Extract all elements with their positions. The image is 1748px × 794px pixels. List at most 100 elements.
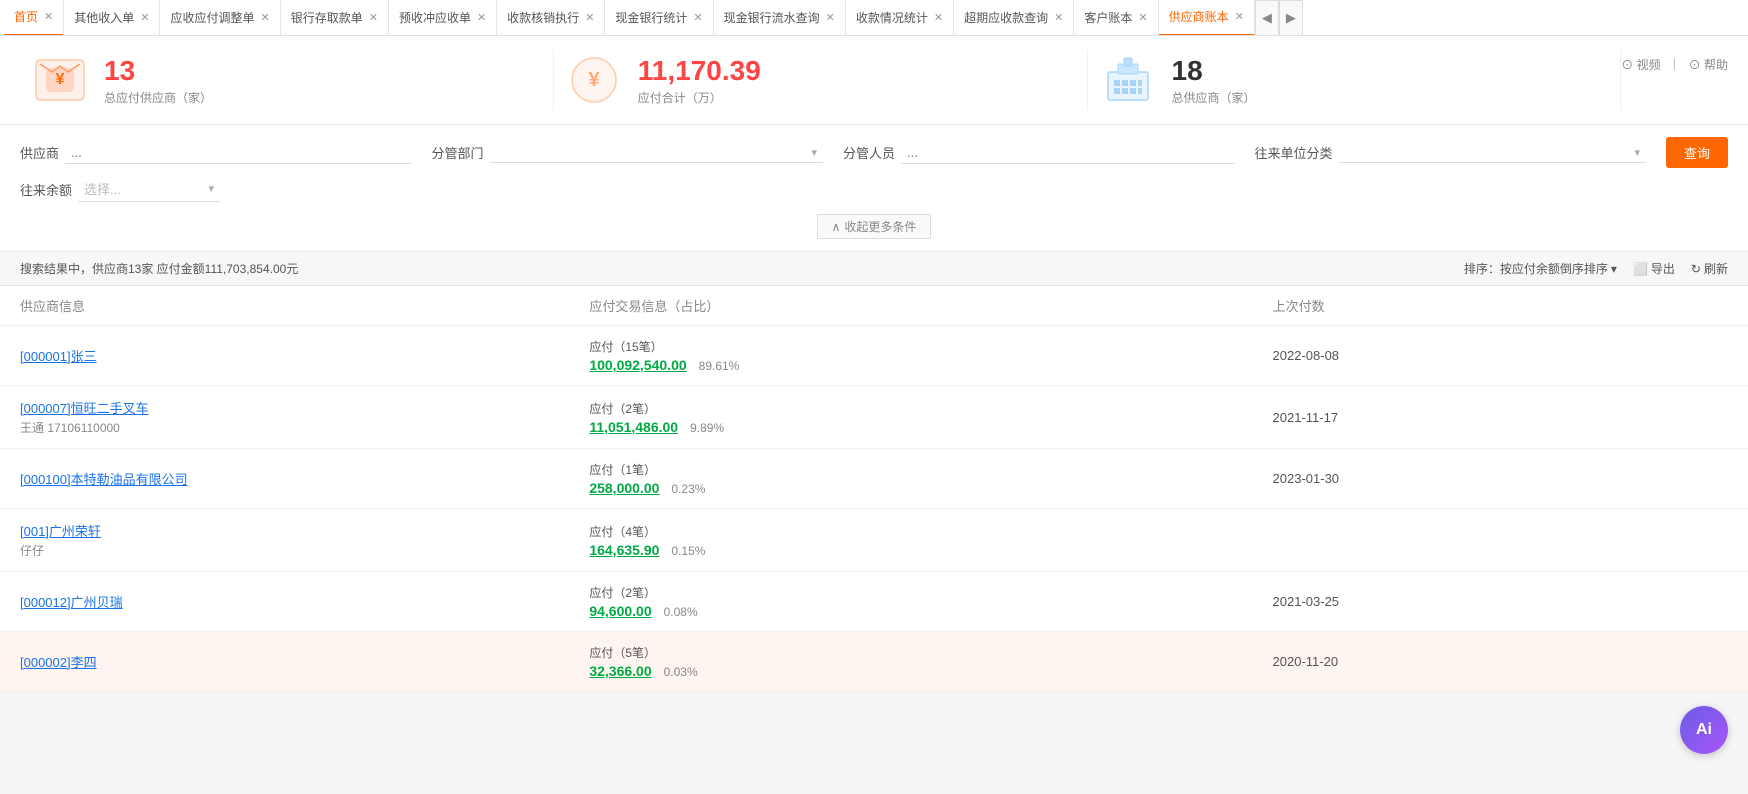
last-payment-col-2: 2021-11-17 xyxy=(1273,410,1728,425)
nav-tab-other-income-close[interactable]: ✕ xyxy=(140,11,149,24)
nav-tab-customer-ledger-label: 客户账本 xyxy=(1084,9,1132,26)
supplier-link-2[interactable]: [000007]恒旺二手叉车 xyxy=(20,401,149,416)
nav-tab-other-income-label: 其他收入单 xyxy=(74,9,134,26)
category-dropdown-arrow: ▾ xyxy=(1634,146,1640,159)
nav-tab-prepay-offset[interactable]: 预收冲应收单 ✕ xyxy=(389,0,497,36)
payable-supplier-icon: ¥ xyxy=(30,50,90,110)
table-row: [000007]恒旺二手叉车 王通 17106110000 应付（2笔） 11,… xyxy=(0,386,1748,449)
header-supplier-info: 供应商信息 xyxy=(20,296,589,315)
collapse-button[interactable]: ∧ 收起更多条件 xyxy=(817,214,932,239)
supplier-link-1[interactable]: [000001]张三 xyxy=(20,349,97,364)
supplier-col-5: [000012]广州贝瑞 xyxy=(20,592,589,611)
nav-tab-bank-deposit-label: 银行存取款单 xyxy=(291,9,363,26)
person-input[interactable] xyxy=(901,142,1234,164)
supplier-col-1: [000001]张三 xyxy=(20,346,589,365)
supplier-col-3: [000100]本特勒油品有限公司 xyxy=(20,469,589,488)
trans-amount-2[interactable]: 11,051,486.00 xyxy=(589,419,678,435)
nav-tab-overdue-ar[interactable]: 超期应收款查询 ✕ xyxy=(954,0,1074,36)
nav-tab-bank-deposit[interactable]: 银行存取款单 ✕ xyxy=(281,0,389,36)
nav-tab-overdue-ar-close[interactable]: ✕ xyxy=(1054,11,1063,24)
nav-tab-receipt-stat-close[interactable]: ✕ xyxy=(934,11,943,24)
category-dropdown[interactable]: ▾ xyxy=(1339,143,1646,163)
search-button[interactable]: 查询 xyxy=(1666,137,1728,168)
refresh-icon: ↻ xyxy=(1691,262,1701,276)
supplier-link-6[interactable]: [000002]李四 xyxy=(20,655,97,670)
nav-tab-home-label: 首页 xyxy=(14,8,38,25)
nav-tab-cash-stat-close[interactable]: ✕ xyxy=(693,11,702,24)
last-payment-date-6: 2020-11-20 xyxy=(1273,654,1339,669)
transaction-col-3: 应付（1笔） 258,000.00 0.23% xyxy=(589,461,1272,496)
nav-tab-other-income[interactable]: 其他收入单 ✕ xyxy=(64,0,160,36)
nav-tab-customer-ledger-close[interactable]: ✕ xyxy=(1138,11,1147,24)
filter-supplier-label: 供应商 xyxy=(20,143,59,162)
top-navigation: 首页 ✕ 其他收入单 ✕ 应收应付调整单 ✕ 银行存取款单 ✕ 预收冲应收单 ✕… xyxy=(0,0,1748,36)
total-supplier-icon xyxy=(1098,50,1158,110)
nav-tab-cash-flow-close[interactable]: ✕ xyxy=(826,11,835,24)
transaction-col-1: 应付（15笔） 100,092,540.00 89.61% xyxy=(589,338,1272,373)
nav-tab-prepay-offset-label: 预收冲应收单 xyxy=(399,9,471,26)
supplier-input[interactable] xyxy=(65,142,411,164)
summary-bar: ¥ 13 总应付供应商（家） ¥ 11,170.39 应付合计（万） xyxy=(0,36,1748,125)
last-payment-date-1: 2022-08-08 xyxy=(1273,348,1340,363)
nav-tab-receipt-stat[interactable]: 收款情况统计 ✕ xyxy=(846,0,954,36)
last-payment-col-5: 2021-03-25 xyxy=(1273,594,1728,609)
nav-tab-home[interactable]: 首页 ✕ xyxy=(4,0,64,36)
filter-supplier: 供应商 xyxy=(20,142,412,164)
nav-tab-ar-ap-adjust-close[interactable]: ✕ xyxy=(260,11,269,24)
filter-dept-label: 分管部门 xyxy=(432,143,484,162)
help-link[interactable]: ⊙ 帮助 xyxy=(1689,56,1728,73)
nav-tab-prepay-offset-close[interactable]: ✕ xyxy=(477,11,486,24)
total-supplier-label: 总供应商（家） xyxy=(1172,89,1256,106)
filter-category-label: 往来单位分类 xyxy=(1255,143,1333,162)
trans-amount-4[interactable]: 164,635.90 xyxy=(589,542,659,558)
payable-total-label: 应付合计（万） xyxy=(638,89,761,106)
dept-dropdown[interactable]: ▾ xyxy=(490,143,823,163)
last-payment-col-6: 2020-11-20 xyxy=(1273,654,1728,669)
ai-assistant-button[interactable]: Ai xyxy=(1680,706,1728,754)
trans-amount-6[interactable]: 32,366.00 xyxy=(589,663,651,679)
supplier-link-5[interactable]: [000012]广州贝瑞 xyxy=(20,595,123,610)
filter-balance: 往来余额 选择... ▾ xyxy=(20,176,220,202)
nav-tab-bank-deposit-close[interactable]: ✕ xyxy=(369,11,378,24)
nav-tab-cash-stat[interactable]: 现金银行统计 ✕ xyxy=(605,0,713,36)
transaction-col-2: 应付（2笔） 11,051,486.00 9.89% xyxy=(589,400,1272,435)
balance-dropdown[interactable]: 选择... ▾ xyxy=(78,176,220,202)
collapse-up-icon: ∧ xyxy=(832,220,841,234)
last-payment-date-5: 2021-03-25 xyxy=(1273,594,1340,609)
video-link[interactable]: ⊙ 视频 xyxy=(1621,56,1660,73)
export-icon: ⬜ xyxy=(1633,262,1648,276)
supplier-link-4[interactable]: [001]广州荣轩 xyxy=(20,524,101,539)
nav-tab-receipt-verify[interactable]: 收款核销执行 ✕ xyxy=(497,0,605,36)
nav-tab-customer-ledger[interactable]: 客户账本 ✕ xyxy=(1074,0,1158,36)
last-payment-date-3: 2023-01-30 xyxy=(1273,471,1340,486)
nav-tab-receipt-verify-label: 收款核销执行 xyxy=(507,9,579,26)
filter-person-label: 分管人员 xyxy=(843,143,895,162)
nav-tab-receipt-verify-close[interactable]: ✕ xyxy=(585,11,594,24)
nav-tab-cash-flow[interactable]: 现金银行流水查询 ✕ xyxy=(714,0,846,36)
nav-tab-ar-ap-adjust[interactable]: 应收应付调整单 ✕ xyxy=(160,0,280,36)
refresh-label: 刷新 xyxy=(1704,260,1728,277)
nav-tab-supplier-ledger[interactable]: 供应商账本 ✕ xyxy=(1159,0,1255,36)
supplier-link-3[interactable]: [000100]本特勒油品有限公司 xyxy=(20,472,188,487)
filter-person: 分管人员 xyxy=(843,142,1235,164)
nav-tab-supplier-ledger-label: 供应商账本 xyxy=(1169,8,1229,25)
nav-next-arrow[interactable]: ▶ xyxy=(1279,0,1303,36)
nav-prev-arrow[interactable]: ◀ xyxy=(1255,0,1279,36)
nav-tab-home-close[interactable]: ✕ xyxy=(44,10,53,23)
collapse-row: ∧ 收起更多条件 xyxy=(20,210,1728,243)
supplier-sub-4: 仔仔 xyxy=(20,542,589,559)
trans-amount-3[interactable]: 258,000.00 xyxy=(589,480,659,496)
total-supplier-count: 18 xyxy=(1172,54,1256,88)
svg-text:¥: ¥ xyxy=(56,71,65,88)
sort-dropdown[interactable]: 排序：按应付余额倒序排序 ▾ xyxy=(1464,260,1617,277)
trans-amount-5[interactable]: 94,600.00 xyxy=(589,603,651,619)
refresh-button[interactable]: ↻ 刷新 xyxy=(1691,260,1728,277)
trans-amount-1[interactable]: 100,092,540.00 xyxy=(589,357,686,373)
nav-tab-supplier-ledger-close[interactable]: ✕ xyxy=(1235,10,1244,23)
payable-supplier-label: 总应付供应商（家） xyxy=(104,89,212,106)
export-button[interactable]: ⬜ 导出 xyxy=(1633,260,1675,277)
filter-row-1: 供应商 分管部门 ▾ 分管人员 往来单位分类 ▾ 查询 xyxy=(20,137,1728,168)
trans-label-4: 应付（4笔） xyxy=(589,523,1272,540)
help-circle-icon: ⊙ xyxy=(1689,58,1701,72)
result-text: 搜索结果中，供应商13家 应付金额111,703,854.00元 xyxy=(20,260,298,277)
